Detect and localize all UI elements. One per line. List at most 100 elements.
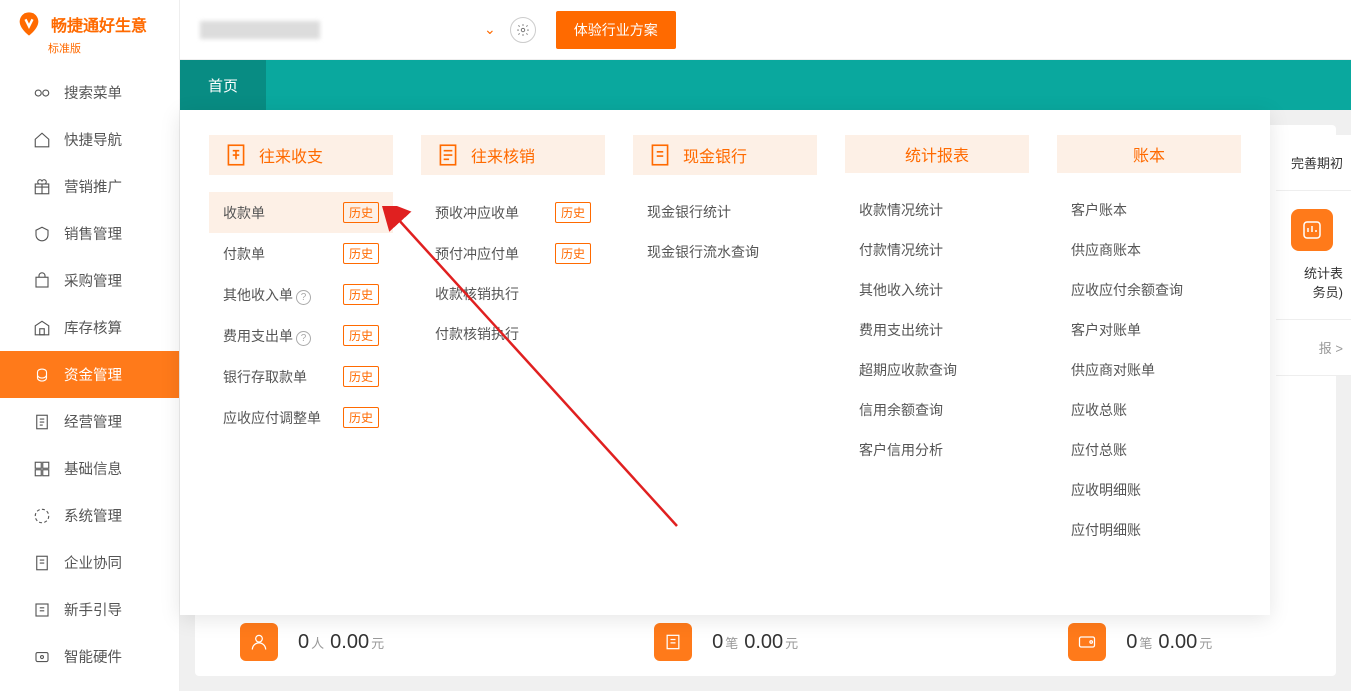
nav-label: 系统管理 [64,505,122,526]
peek-more[interactable]: 报 > [1276,320,1351,376]
menu-label: 应收明细账 [1071,480,1141,500]
stat-unit: 元 [371,636,384,651]
stat-card: 0笔0.00元 [654,623,798,661]
menu-ar-gl[interactable]: 应收总账 [1057,390,1241,430]
menu-cashbank-stat[interactable]: 现金银行统计 [633,192,817,232]
menu-otherincome-stat[interactable]: 其他收入统计 [845,270,1029,310]
history-link[interactable]: 历史 [343,407,379,428]
col-header: 账本 [1057,135,1241,173]
menu-credit-analysis[interactable]: 客户信用分析 [845,430,1029,470]
col-header: 往来核销 [421,135,605,175]
history-link[interactable]: 历史 [343,284,379,305]
nav-marketing[interactable]: 营销推广 [0,163,179,210]
menu-label: 供应商账本 [1071,240,1141,260]
sales-icon [32,224,52,244]
nav-label: 销售管理 [64,223,122,244]
col-header: 往来收支 [209,135,393,175]
menu-customer-statement[interactable]: 客户对账单 [1057,310,1241,350]
stat-unit: 元 [785,636,798,651]
receipt-icon [223,142,249,168]
menu-ar-detail[interactable]: 应收明细账 [1057,470,1241,510]
history-link[interactable]: 历史 [343,243,379,264]
history-link[interactable]: 历史 [343,202,379,223]
nav-purchase[interactable]: 采购管理 [0,257,179,304]
tab-home[interactable]: 首页 [180,60,266,110]
history-link[interactable]: 历史 [343,325,379,346]
menu-receipt-bill[interactable]: 收款单历史 [209,192,393,233]
mega-col-ledger: 账本 客户账本 供应商账本 应收应付余额查询 客户对账单 供应商对账单 应收总账… [1043,135,1255,590]
money-icon [32,365,52,385]
nav-quick[interactable]: 快捷导航 [0,116,179,163]
menu-label: 超期应收款查询 [859,360,957,380]
nav-system[interactable]: 系统管理 [0,492,179,539]
clipboard-icon [32,412,52,432]
peek-perfect-init[interactable]: 完善期初 [1276,135,1351,191]
menu-label: 应付明细账 [1071,520,1141,540]
nav-funds[interactable]: 资金管理 [0,351,179,398]
nav-inventory[interactable]: 库存核算 [0,304,179,351]
menu-prepay-ar[interactable]: 预收冲应收单历史 [421,192,605,233]
menu-payment-stat[interactable]: 付款情况统计 [845,230,1029,270]
nav-basicinfo[interactable]: 基础信息 [0,445,179,492]
mega-col-writeoff: 往来核销 预收冲应收单历史 预付冲应付单 历史 收款核销执行 付款核销执行 [407,135,619,590]
hardware-icon [32,647,52,667]
menu-supplier-statement[interactable]: 供应商对账单 [1057,350,1241,390]
menu-arap-balance[interactable]: 应收应付余额查询 [1057,270,1241,310]
stat-card: 0笔0.00元 [1068,623,1212,661]
menu-payment-bill[interactable]: 付款单历史 [209,233,393,274]
menu-ap-gl[interactable]: 应付总账 [1057,430,1241,470]
chevron-down-icon[interactable]: ⌄ [484,21,496,38]
help-icon[interactable]: ? [296,331,311,346]
stat-qty: 0 [712,631,723,653]
history-link[interactable]: 历史 [343,366,379,387]
stat-qty: 0 [1126,631,1137,653]
nav-business[interactable]: 经营管理 [0,398,179,445]
nav-label: 资金管理 [64,364,122,385]
col-header: 统计报表 [845,135,1029,173]
help-icon[interactable]: ? [296,290,311,305]
nav-label: 快捷导航 [64,129,122,150]
settings-button[interactable] [510,17,536,43]
menu-label: 应付总账 [1071,440,1127,460]
nav-hardware[interactable]: 智能硬件 [0,633,179,680]
menu-cashbank-flow[interactable]: 现金银行流水查询 [633,232,817,272]
menu-label: 供应商对账单 [1071,360,1155,380]
nav-search[interactable]: 搜索菜单 [0,69,179,116]
stat-unit: 人 [311,636,324,651]
menu-ap-detail[interactable]: 应付明细账 [1057,510,1241,550]
nav-collab[interactable]: 企业协同 [0,539,179,586]
menu-expense[interactable]: 费用支出单?历史 [209,315,393,356]
menu-ar-ap-adjust[interactable]: 应收应付调整单历史 [209,397,393,438]
history-link[interactable]: 历史 [555,243,591,264]
industry-plan-button[interactable]: 体验行业方案 [556,11,676,49]
menu-receipt-exec[interactable]: 收款核销执行 [421,274,605,314]
menu-prepay-ap[interactable]: 预付冲应付单 历史 [421,233,605,274]
menu-supplier-ledger[interactable]: 供应商账本 [1057,230,1241,270]
nav-sales[interactable]: 销售管理 [0,210,179,257]
menu-overdue-ar[interactable]: 超期应收款查询 [845,350,1029,390]
menu-bank-transfer[interactable]: 银行存取款单历史 [209,356,393,397]
menu-payment-exec[interactable]: 付款核销执行 [421,314,605,354]
menu-receipt-stat[interactable]: 收款情况统计 [845,190,1029,230]
nav-label: 库存核算 [64,317,122,338]
menu-label: 客户信用分析 [859,440,943,460]
nav-guide[interactable]: 新手引导 [0,586,179,633]
report-icon[interactable] [1291,209,1333,251]
stat-card: 0人0.00元 [240,623,384,661]
menu-label: 预付冲应付单 [435,244,519,264]
nav-label: 营销推广 [64,176,122,197]
menu-other-income[interactable]: 其他收入单?历史 [209,274,393,315]
menu-customer-ledger[interactable]: 客户账本 [1057,190,1241,230]
menu-credit-balance[interactable]: 信用余额查询 [845,390,1029,430]
menu-expense-stat[interactable]: 费用支出统计 [845,310,1029,350]
history-link[interactable]: 历史 [555,202,591,223]
nav-label: 新手引导 [64,599,122,620]
stat-amount: 0.00 [1158,631,1197,653]
guide-icon [32,600,52,620]
brand-name: 畅捷通好生意 [51,12,147,36]
mega-col-receipts: 往来收支 收款单历史 付款单历史 其他收入单?历史 费用支出单?历史 银行存取款… [195,135,407,590]
nav-label: 采购管理 [64,270,122,291]
nav-label: 智能硬件 [64,646,122,667]
stat-amount: 0.00 [330,631,369,653]
home-icon [32,130,52,150]
